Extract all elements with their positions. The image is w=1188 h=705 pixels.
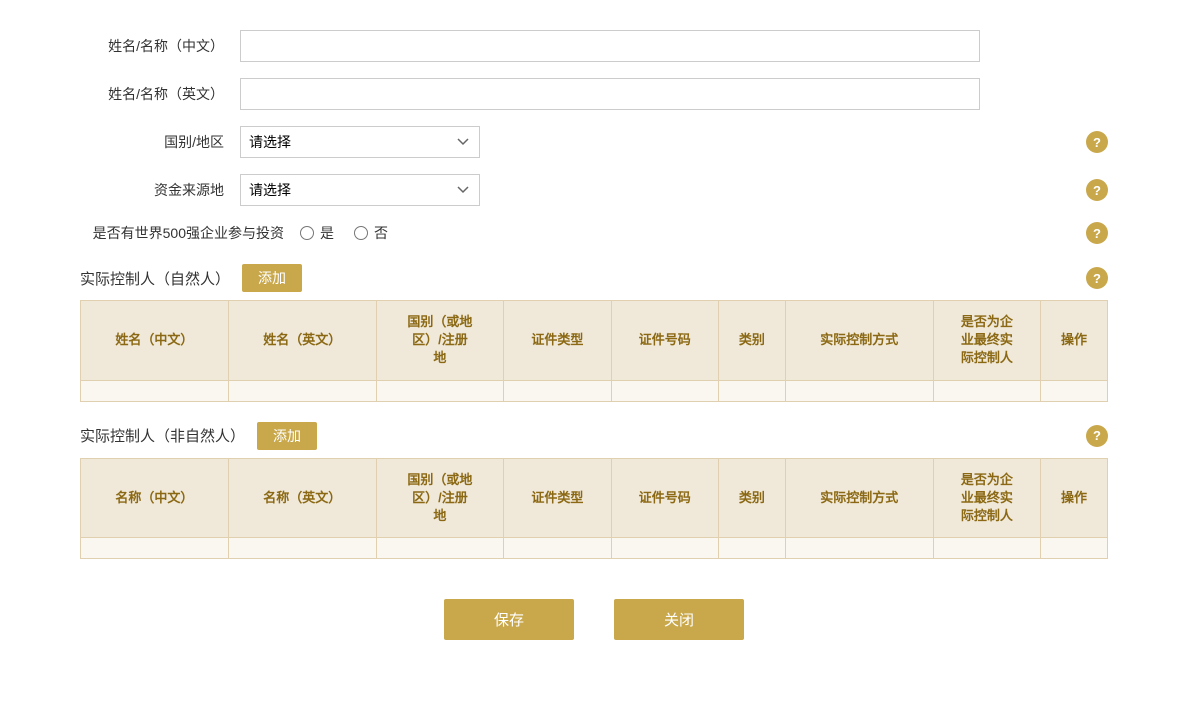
np-col-country: 国别（或地区）/注册地 xyxy=(376,301,504,381)
natural-person-table: 姓名（中文） 姓名（英文） 国别（或地区）/注册地 证件类型 证件号码 类别 实… xyxy=(80,300,1108,402)
nnp-empty-7 xyxy=(785,538,933,559)
close-button[interactable]: 关闭 xyxy=(614,599,744,640)
country-help-icon[interactable]: ? xyxy=(1086,131,1108,153)
np-empty-2 xyxy=(228,380,376,401)
non-natural-person-title: 实际控制人（非自然人） xyxy=(80,425,245,446)
nnp-col-name-en: 名称（英文） xyxy=(228,458,376,538)
nnp-col-operation: 操作 xyxy=(1041,458,1108,538)
fund-source-select[interactable]: 请选择 xyxy=(240,174,480,206)
non-natural-person-add-button[interactable]: 添加 xyxy=(257,422,317,450)
natural-person-add-button[interactable]: 添加 xyxy=(242,264,302,292)
nnp-col-cert-type: 证件类型 xyxy=(504,458,611,538)
np-empty-4 xyxy=(504,380,611,401)
nnp-empty-1 xyxy=(81,538,229,559)
nnp-empty-4 xyxy=(504,538,611,559)
fortune500-radio-group: 是 否 xyxy=(300,223,388,243)
np-col-is-final-controller: 是否为企业最终实际控制人 xyxy=(933,301,1040,381)
nnp-empty-9 xyxy=(1041,538,1108,559)
fund-source-help-icon[interactable]: ? xyxy=(1086,179,1108,201)
non-natural-person-section-header: 实际控制人（非自然人） 添加 ? xyxy=(80,422,1108,450)
name-en-row: 姓名/名称（英文） xyxy=(80,78,1108,110)
nnp-empty-8 xyxy=(933,538,1040,559)
nnp-col-control-method: 实际控制方式 xyxy=(785,458,933,538)
fortune500-help-icon[interactable]: ? xyxy=(1086,222,1108,244)
np-col-control-method: 实际控制方式 xyxy=(785,301,933,381)
np-col-cert-type: 证件类型 xyxy=(504,301,611,381)
fortune500-row: 是否有世界500强企业参与投资 是 否 ? xyxy=(80,222,1108,244)
name-en-input[interactable] xyxy=(240,78,980,110)
np-col-name-en: 姓名（英文） xyxy=(228,301,376,381)
fund-source-row: 资金来源地 请选择 ? xyxy=(80,174,1108,206)
np-empty-6 xyxy=(718,380,785,401)
radio-yes[interactable] xyxy=(300,226,314,240)
name-cn-row: 姓名/名称（中文） xyxy=(80,30,1108,62)
nnp-empty-6 xyxy=(718,538,785,559)
country-row: 国别/地区 请选择 ? xyxy=(80,126,1108,158)
radio-no-label: 否 xyxy=(374,223,388,243)
radio-yes-item[interactable]: 是 xyxy=(300,223,334,243)
save-button[interactable]: 保存 xyxy=(444,599,574,640)
radio-no-item[interactable]: 否 xyxy=(354,223,388,243)
natural-person-help-icon[interactable]: ? xyxy=(1086,267,1108,289)
fortune500-label: 是否有世界500强企业参与投资 xyxy=(80,223,300,243)
nnp-col-is-final-controller: 是否为企业最终实际控制人 xyxy=(933,458,1040,538)
form-section: 姓名/名称（中文） 姓名/名称（英文） 国别/地区 请选择 ? 资金来源地 请选… xyxy=(80,30,1108,244)
page-container: 姓名/名称（中文） 姓名/名称（英文） 国别/地区 请选择 ? 资金来源地 请选… xyxy=(0,0,1188,705)
natural-person-section-header: 实际控制人（自然人） 添加 ? xyxy=(80,264,1108,292)
np-empty-5 xyxy=(611,380,718,401)
name-cn-input[interactable] xyxy=(240,30,980,62)
country-select[interactable]: 请选择 xyxy=(240,126,480,158)
np-empty-3 xyxy=(376,380,504,401)
non-natural-person-header-row: 名称（中文） 名称（英文） 国别（或地区）/注册地 证件类型 证件号码 类别 实… xyxy=(81,458,1108,538)
nnp-col-name-cn: 名称（中文） xyxy=(81,458,229,538)
np-empty-1 xyxy=(81,380,229,401)
np-empty-8 xyxy=(933,380,1040,401)
natural-person-header-row: 姓名（中文） 姓名（英文） 国别（或地区）/注册地 证件类型 证件号码 类别 实… xyxy=(81,301,1108,381)
nnp-empty-5 xyxy=(611,538,718,559)
radio-no[interactable] xyxy=(354,226,368,240)
nnp-col-country: 国别（或地区）/注册地 xyxy=(376,458,504,538)
nnp-empty-3 xyxy=(376,538,504,559)
natural-person-empty-row xyxy=(81,380,1108,401)
np-col-category: 类别 xyxy=(718,301,785,381)
radio-yes-label: 是 xyxy=(320,223,334,243)
nnp-col-cert-no: 证件号码 xyxy=(611,458,718,538)
fund-source-label: 资金来源地 xyxy=(80,180,240,200)
natural-person-title: 实际控制人（自然人） xyxy=(80,268,230,289)
non-natural-person-empty-row xyxy=(81,538,1108,559)
bottom-buttons: 保存 关闭 xyxy=(80,599,1108,640)
nnp-empty-2 xyxy=(228,538,376,559)
np-col-cert-no: 证件号码 xyxy=(611,301,718,381)
non-natural-person-help-icon[interactable]: ? xyxy=(1086,425,1108,447)
np-empty-9 xyxy=(1041,380,1108,401)
name-cn-label: 姓名/名称（中文） xyxy=(80,36,240,56)
name-en-label: 姓名/名称（英文） xyxy=(80,84,240,104)
country-label: 国别/地区 xyxy=(80,132,240,152)
np-empty-7 xyxy=(785,380,933,401)
np-col-name-cn: 姓名（中文） xyxy=(81,301,229,381)
non-natural-person-table: 名称（中文） 名称（英文） 国别（或地区）/注册地 证件类型 证件号码 类别 实… xyxy=(80,458,1108,560)
np-col-operation: 操作 xyxy=(1041,301,1108,381)
nnp-col-category: 类别 xyxy=(718,458,785,538)
